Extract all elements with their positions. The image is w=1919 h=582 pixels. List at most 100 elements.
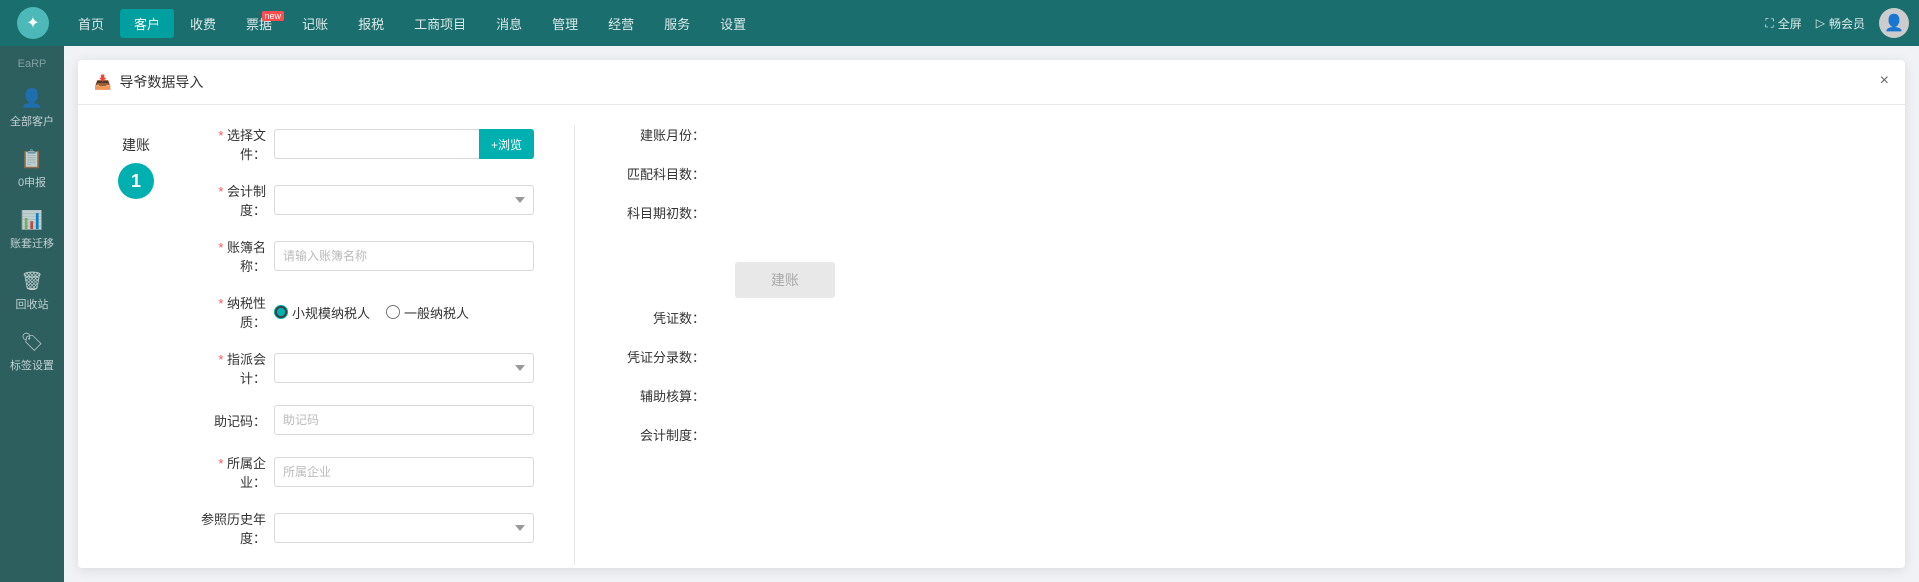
dialog-title: 导爷数据导入 xyxy=(119,72,203,92)
memo-label: 助记码： xyxy=(194,411,266,430)
step-circle: 1 xyxy=(118,163,154,199)
nav-item-bookkeeping[interactable]: 记账 xyxy=(288,9,342,38)
form-row-accountant: 指派会计： xyxy=(194,349,534,387)
company-label: 所属企业： xyxy=(194,453,266,491)
file-label: 选择文件： xyxy=(194,125,266,163)
nav-item-fees[interactable]: 收费 xyxy=(176,9,230,38)
nav-item-settings[interactable]: 设置 xyxy=(706,9,760,38)
top-navigation: ✦ 首页 客户 收费 票据 new 记账 报税 工商项目 消息 管理 经营 服务… xyxy=(0,0,1919,46)
build-account-button[interactable]: 建账 xyxy=(735,262,835,298)
play-icon: ▷ xyxy=(1816,16,1825,30)
avatar[interactable]: 👤 xyxy=(1879,8,1909,38)
sidebar-item-declaration-label: 0申报 xyxy=(18,174,46,190)
dialog-header: 📥 导爷数据导入 × xyxy=(78,60,1905,105)
recycle-icon: 🗑 xyxy=(21,271,44,292)
radio-general-label: 一般纳税人 xyxy=(404,303,469,322)
tags-icon: 🏷 xyxy=(21,332,44,353)
sidebar-item-recycle[interactable]: 🗑 回收站 xyxy=(0,261,64,322)
vouchers-label: 凭证数： xyxy=(615,308,705,327)
dialog-close-button[interactable]: × xyxy=(1880,72,1889,90)
sidebar-item-tags[interactable]: 🏷 标签设置 xyxy=(0,322,64,383)
memo-input[interactable] xyxy=(274,405,534,435)
nav-item-messages[interactable]: 消息 xyxy=(482,9,536,38)
nav-item-management[interactable]: 管理 xyxy=(538,9,592,38)
file-input[interactable] xyxy=(274,129,479,159)
logo-icon: ✦ xyxy=(26,13,39,33)
auxiliary-label: 辅助核算： xyxy=(615,386,705,405)
content-area: 📥 导爷数据导入 × 建账 1 选择文件： xyxy=(64,46,1919,582)
form-section-right: 建账月份： 匹配科目数： 科目期初数： 建账 xyxy=(615,125,955,565)
nav-item-commerce[interactable]: 工商项目 xyxy=(400,9,480,38)
fullscreen-button[interactable]: ⛶ 全屏 xyxy=(1765,15,1801,32)
member-button[interactable]: ▷ 畅会员 xyxy=(1816,15,1865,32)
step-label: 建账 xyxy=(122,135,150,155)
nav-right: ⛶ 全屏 ▷ 畅会员 👤 xyxy=(1765,8,1909,38)
voucher-records-label: 凭证分录数： xyxy=(615,347,705,366)
radio-small-taxpayer[interactable]: 小规模纳税人 xyxy=(274,303,370,322)
sidebar-item-migration-label: 账套迁移 xyxy=(10,235,54,251)
right-row-auxiliary: 辅助核算： xyxy=(615,386,955,405)
form-section-left: 选择文件： +浏览 会计制度： 账簿名称： xyxy=(194,125,534,565)
radio-small-label: 小规模纳税人 xyxy=(292,303,370,322)
step-section: 建账 1 xyxy=(118,125,194,565)
all-clients-icon: 👤 xyxy=(21,88,43,109)
radio-small-input[interactable] xyxy=(274,305,288,319)
form-row-memo: 助记码： xyxy=(194,405,534,435)
ledger-name-input[interactable] xyxy=(274,241,534,271)
right-row-initial-subjects: 科目期初数： xyxy=(615,203,955,222)
form-row-company: 所属企业： xyxy=(194,453,534,491)
accountant-select[interactable] xyxy=(274,353,534,383)
user-icon: 👤 xyxy=(1884,13,1904,33)
build-month-label: 建账月份： xyxy=(615,125,705,144)
right-row-vouchers: 凭证数： xyxy=(615,308,955,327)
radio-general-input[interactable] xyxy=(386,305,400,319)
sidebar-item-all-clients[interactable]: 👤 全部客户 xyxy=(0,78,64,139)
form-row-accounting-system: 会计制度： xyxy=(194,181,534,219)
dialog-body: 建账 1 选择文件： +浏览 会计制度： xyxy=(78,105,1905,568)
initial-subjects-label: 科目期初数： xyxy=(615,203,705,222)
sidebar-item-recycle-label: 回收站 xyxy=(16,296,49,312)
nav-item-home[interactable]: 首页 xyxy=(64,9,118,38)
sidebar-item-declaration[interactable]: 📋 0申报 xyxy=(0,139,64,200)
section-divider xyxy=(574,125,575,565)
sidebar-item-all-clients-label: 全部客户 xyxy=(10,113,54,129)
form-row-tax-type: 纳税性质： 小规模纳税人 一般纳税人 xyxy=(194,293,534,331)
nav-item-tax[interactable]: 报税 xyxy=(344,9,398,38)
logo-circle: ✦ xyxy=(17,7,49,39)
declaration-icon: 📋 xyxy=(21,149,43,170)
history-year-select[interactable] xyxy=(274,513,534,543)
right-row-match-subjects: 匹配科目数： xyxy=(615,164,955,183)
build-btn-area: 建账 xyxy=(615,242,955,298)
fullscreen-icon: ⛶ xyxy=(1765,16,1773,31)
migration-icon: 📊 xyxy=(21,210,43,231)
earp-text: EaRP xyxy=(18,54,47,78)
logo[interactable]: ✦ xyxy=(10,0,56,46)
form-row-history-year: 参照历史年度： xyxy=(194,509,534,547)
right-accounting-system-label: 会计制度： xyxy=(615,425,705,444)
fullscreen-label: 全屏 xyxy=(1778,15,1802,32)
nav-item-operations[interactable]: 经营 xyxy=(594,9,648,38)
tax-type-label: 纳税性质： xyxy=(194,293,266,331)
sidebar: EaRP 👤 全部客户 📋 0申报 📊 账套迁移 🗑 回收站 🏷 标签设置 xyxy=(0,46,64,582)
ledger-name-label: 账簿名称： xyxy=(194,237,266,275)
right-row-right-accounting-system: 会计制度： xyxy=(615,425,955,444)
company-input[interactable] xyxy=(274,457,534,487)
nav-item-invoices[interactable]: 票据 new xyxy=(232,9,286,38)
main-layout: EaRP 👤 全部客户 📋 0申报 📊 账套迁移 🗑 回收站 🏷 标签设置 📥 xyxy=(0,46,1919,582)
nav-items: 首页 客户 收费 票据 new 记账 报税 工商项目 消息 管理 经营 服务 设… xyxy=(64,9,1765,38)
accounting-system-select[interactable] xyxy=(274,185,534,215)
radio-general-taxpayer[interactable]: 一般纳税人 xyxy=(386,303,469,322)
member-label: 畅会员 xyxy=(1829,15,1865,32)
nav-item-clients[interactable]: 客户 xyxy=(120,9,174,38)
dialog-title-icon: 📥 xyxy=(94,74,111,91)
nav-item-services[interactable]: 服务 xyxy=(650,9,704,38)
history-year-label: 参照历史年度： xyxy=(194,509,266,547)
new-badge: new xyxy=(262,11,285,21)
sidebar-item-tags-label: 标签设置 xyxy=(10,357,54,373)
sidebar-item-migration[interactable]: 📊 账套迁移 xyxy=(0,200,64,261)
right-row-voucher-records: 凭证分录数： xyxy=(615,347,955,366)
right-row-build-month: 建账月份： xyxy=(615,125,955,144)
accounting-system-label: 会计制度： xyxy=(194,181,266,219)
browse-button[interactable]: +浏览 xyxy=(479,129,534,159)
accountant-label: 指派会计： xyxy=(194,349,266,387)
